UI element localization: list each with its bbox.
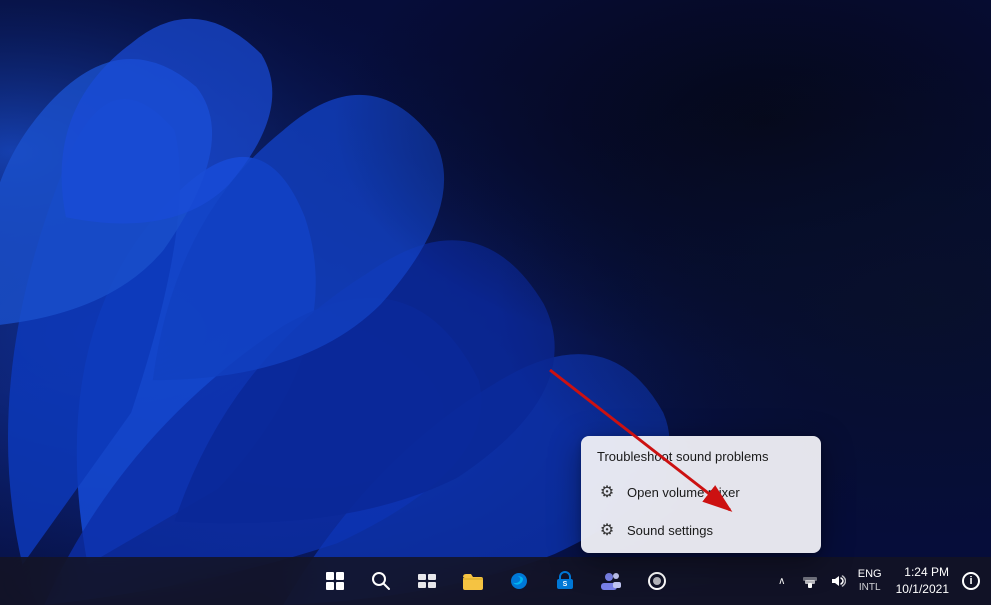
notification-button[interactable]: i [959,569,983,593]
chevron-up-icon: ∧ [778,576,785,587]
file-explorer-button[interactable] [453,561,493,601]
clock-date: 10/1/2021 [896,581,949,598]
microsoft-store-button[interactable]: S [545,561,585,601]
search-button[interactable] [361,561,401,601]
context-menu-item-volume-mixer[interactable]: ⚙ Open volume mixer [581,473,821,511]
volume-tray-icon[interactable] [826,569,850,593]
start-button[interactable] [315,561,355,601]
windows-logo [326,572,344,590]
context-menu-item-sound-settings[interactable]: ⚙ Sound settings [581,511,821,549]
svg-text:S: S [562,581,567,588]
language-indicator[interactable]: ENG INTL [854,568,886,593]
cortana-button[interactable] [637,561,677,601]
taskbar-right: ∧ ENG INTL [770,564,983,598]
microsoft-edge-button[interactable] [499,561,539,601]
wallpaper [0,0,991,605]
network-tray-icon[interactable] [798,569,822,593]
taskbar-center: S [315,561,677,601]
volume-mixer-icon: ⚙ [597,482,617,502]
info-icon: i [962,572,980,590]
troubleshoot-label: Troubleshoot sound problems [597,449,769,464]
context-menu: Troubleshoot sound problems ⚙ Open volum… [581,436,821,553]
sound-settings-icon: ⚙ [597,520,617,540]
task-view-button[interactable] [407,561,447,601]
show-hidden-icons-button[interactable]: ∧ [770,569,794,593]
volume-mixer-label: Open volume mixer [627,485,740,500]
sound-settings-label: Sound settings [627,523,713,538]
language-intl: INTL [859,582,881,594]
teams-button[interactable] [591,561,631,601]
clock[interactable]: 1:24 PM 10/1/2021 [890,564,955,598]
context-menu-item-troubleshoot[interactable]: Troubleshoot sound problems [581,440,821,473]
clock-time: 1:24 PM [904,564,949,581]
taskbar: S [0,557,991,605]
language-eng: ENG [858,568,882,581]
desktop: Troubleshoot sound problems ⚙ Open volum… [0,0,991,605]
